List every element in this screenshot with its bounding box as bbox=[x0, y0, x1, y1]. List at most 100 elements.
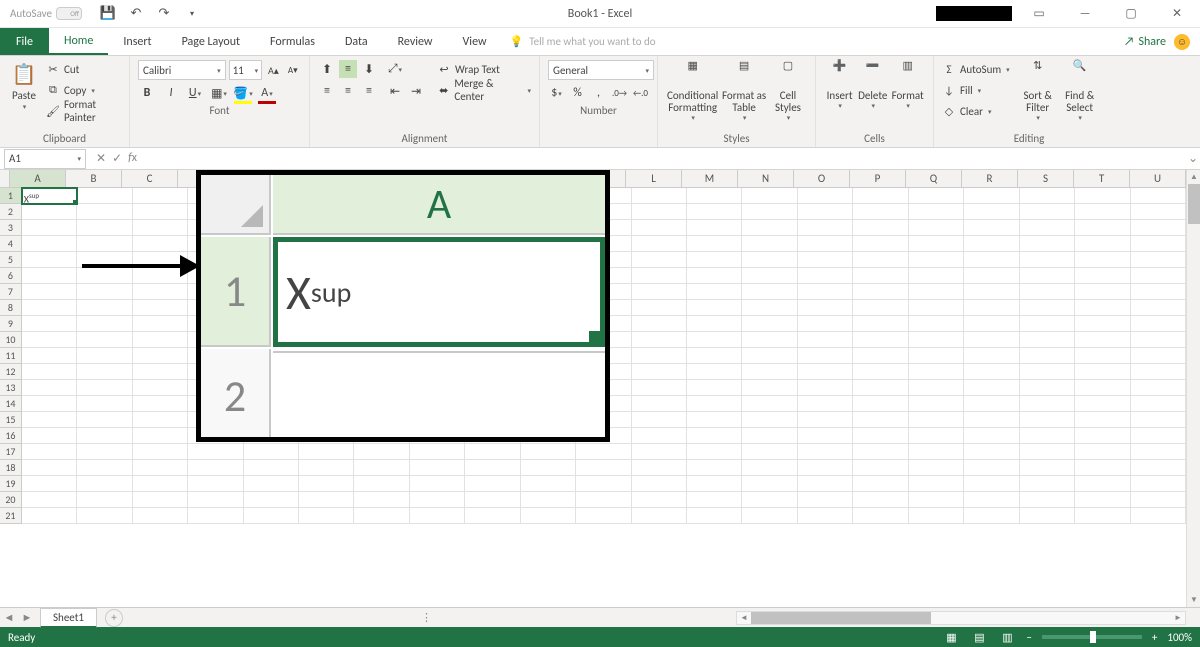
cell-t3[interactable] bbox=[1075, 220, 1130, 236]
cell-l13[interactable] bbox=[632, 380, 687, 396]
cells-delete-button[interactable]: ➖Delete▾ bbox=[857, 60, 888, 110]
cell-g18[interactable] bbox=[354, 460, 409, 476]
cell-p8[interactable] bbox=[853, 300, 908, 316]
tab-review[interactable]: Review bbox=[383, 28, 448, 55]
cell-q6[interactable] bbox=[909, 268, 964, 284]
cell-m6[interactable] bbox=[687, 268, 742, 284]
cell-l15[interactable] bbox=[632, 412, 687, 428]
cell-t4[interactable] bbox=[1075, 236, 1130, 252]
cell-s13[interactable] bbox=[1020, 380, 1075, 396]
cell-c14[interactable] bbox=[133, 396, 188, 412]
row-header-17[interactable]: 17 bbox=[0, 444, 22, 460]
decrease-decimal-icon[interactable]: ←.0 bbox=[632, 84, 649, 102]
row-header-16[interactable]: 16 bbox=[0, 428, 22, 444]
cell-l2[interactable] bbox=[632, 204, 687, 220]
cell-l5[interactable] bbox=[632, 252, 687, 268]
cell-k17[interactable] bbox=[576, 444, 631, 460]
feedback-icon[interactable]: ☺ bbox=[1174, 34, 1190, 50]
cell-p18[interactable] bbox=[853, 460, 908, 476]
cell-p15[interactable] bbox=[853, 412, 908, 428]
cell-c16[interactable] bbox=[133, 428, 188, 444]
cell-i21[interactable] bbox=[465, 508, 520, 524]
enter-formula-icon[interactable]: ✓ bbox=[112, 151, 122, 166]
cell-a1[interactable]: Xsup bbox=[22, 188, 77, 204]
cell-s2[interactable] bbox=[1020, 204, 1075, 220]
cell-c20[interactable] bbox=[133, 492, 188, 508]
cell-s18[interactable] bbox=[1020, 460, 1075, 476]
cell-r19[interactable] bbox=[964, 476, 1019, 492]
cell-styles-button[interactable]: ▢Cell Styles▾ bbox=[769, 60, 807, 122]
italic-button[interactable]: I bbox=[162, 84, 180, 102]
cell-t13[interactable] bbox=[1075, 380, 1130, 396]
cell-n11[interactable] bbox=[742, 348, 797, 364]
scroll-up-icon[interactable]: ▲ bbox=[1187, 170, 1200, 184]
cell-o8[interactable] bbox=[798, 300, 853, 316]
cell-o14[interactable] bbox=[798, 396, 853, 412]
cell-u5[interactable] bbox=[1131, 252, 1186, 268]
font-color-button[interactable]: A▾ bbox=[258, 84, 276, 102]
cell-r10[interactable] bbox=[964, 332, 1019, 348]
cell-l18[interactable] bbox=[632, 460, 687, 476]
row-header-4[interactable]: 4 bbox=[0, 236, 22, 252]
cell-r13[interactable] bbox=[964, 380, 1019, 396]
cell-q10[interactable] bbox=[909, 332, 964, 348]
col-header-u[interactable]: U bbox=[1130, 170, 1186, 188]
cell-r17[interactable] bbox=[964, 444, 1019, 460]
cell-n18[interactable] bbox=[742, 460, 797, 476]
cell-p20[interactable] bbox=[853, 492, 908, 508]
cell-u1[interactable] bbox=[1131, 188, 1186, 204]
cell-q19[interactable] bbox=[909, 476, 964, 492]
cell-r9[interactable] bbox=[964, 316, 1019, 332]
cell-p17[interactable] bbox=[853, 444, 908, 460]
cell-k20[interactable] bbox=[576, 492, 631, 508]
cell-a6[interactable] bbox=[22, 268, 77, 284]
cell-q8[interactable] bbox=[909, 300, 964, 316]
cell-u4[interactable] bbox=[1131, 236, 1186, 252]
cell-e21[interactable] bbox=[244, 508, 299, 524]
cell-s9[interactable] bbox=[1020, 316, 1075, 332]
cell-u8[interactable] bbox=[1131, 300, 1186, 316]
cell-m16[interactable] bbox=[687, 428, 742, 444]
cell-s16[interactable] bbox=[1020, 428, 1075, 444]
cell-c2[interactable] bbox=[133, 204, 188, 220]
cell-o12[interactable] bbox=[798, 364, 853, 380]
cell-a21[interactable] bbox=[22, 508, 77, 524]
row-header-20[interactable]: 20 bbox=[0, 492, 22, 508]
sheet-nav-prev-icon[interactable]: ◄ bbox=[0, 611, 18, 624]
cell-a3[interactable] bbox=[22, 220, 77, 236]
col-header-c[interactable]: C bbox=[122, 170, 178, 188]
increase-decimal-icon[interactable]: .0→ bbox=[611, 84, 628, 102]
cell-h17[interactable] bbox=[410, 444, 465, 460]
cell-l19[interactable] bbox=[632, 476, 687, 492]
cell-c12[interactable] bbox=[133, 364, 188, 380]
tab-home[interactable]: Home bbox=[49, 28, 108, 55]
cell-q1[interactable] bbox=[909, 188, 964, 204]
page-break-view-icon[interactable]: ▥ bbox=[998, 629, 1016, 645]
underline-button[interactable]: U▾ bbox=[186, 84, 204, 102]
cell-t14[interactable] bbox=[1075, 396, 1130, 412]
col-header-n[interactable]: N bbox=[738, 170, 794, 188]
increase-font-icon[interactable]: A▴ bbox=[265, 61, 281, 79]
cell-b10[interactable] bbox=[77, 332, 132, 348]
cell-b7[interactable] bbox=[77, 284, 132, 300]
row-header-10[interactable]: 10 bbox=[0, 332, 22, 348]
cell-a19[interactable] bbox=[22, 476, 77, 492]
clear-button[interactable]: ◇Clear▾ bbox=[942, 102, 1010, 120]
cell-h20[interactable] bbox=[410, 492, 465, 508]
cell-l8[interactable] bbox=[632, 300, 687, 316]
autosum-button[interactable]: ΣAutoSum▾ bbox=[942, 60, 1010, 78]
cell-n4[interactable] bbox=[742, 236, 797, 252]
cell-g21[interactable] bbox=[354, 508, 409, 524]
cell-l9[interactable] bbox=[632, 316, 687, 332]
cell-t8[interactable] bbox=[1075, 300, 1130, 316]
cell-l11[interactable] bbox=[632, 348, 687, 364]
cell-m9[interactable] bbox=[687, 316, 742, 332]
tab-formulas[interactable]: Formulas bbox=[255, 28, 330, 55]
col-header-l[interactable]: L bbox=[626, 170, 682, 188]
cell-r11[interactable] bbox=[964, 348, 1019, 364]
cancel-formula-icon[interactable]: ✕ bbox=[96, 151, 106, 166]
cell-a17[interactable] bbox=[22, 444, 77, 460]
cell-s6[interactable] bbox=[1020, 268, 1075, 284]
cell-c19[interactable] bbox=[133, 476, 188, 492]
cell-o1[interactable] bbox=[798, 188, 853, 204]
